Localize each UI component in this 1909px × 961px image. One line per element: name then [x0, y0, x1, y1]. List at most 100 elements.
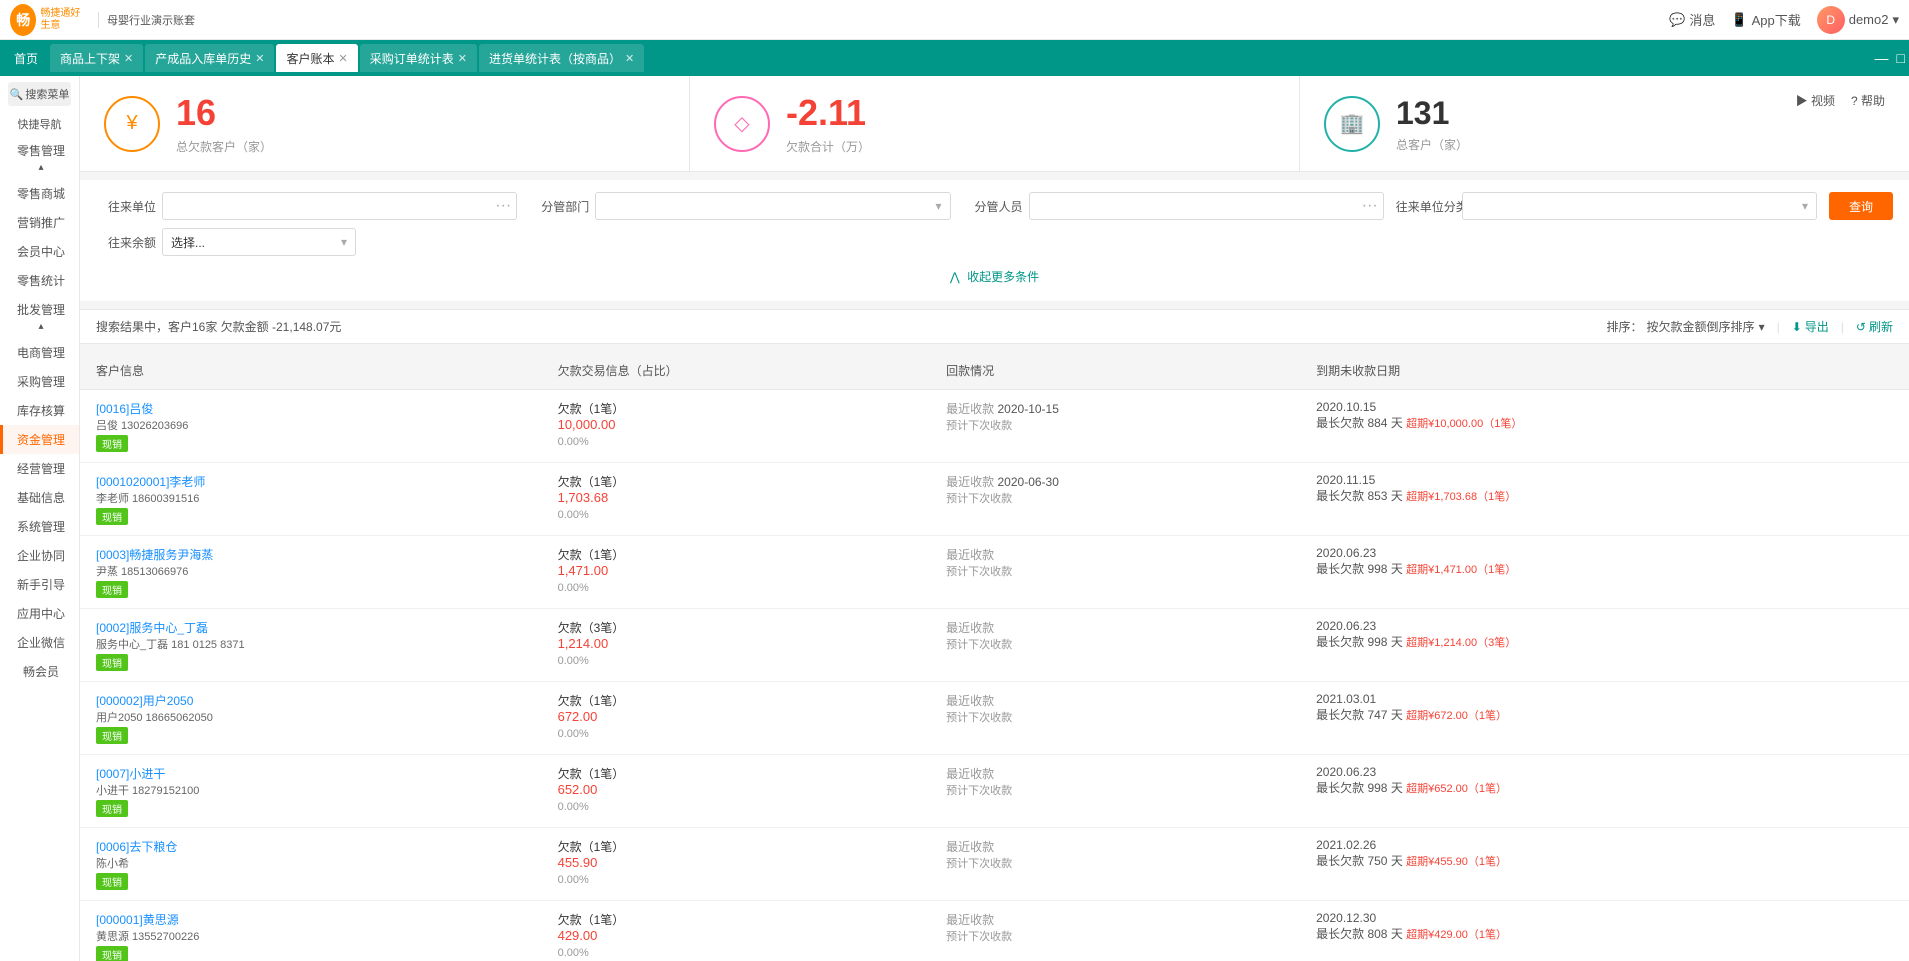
person-input[interactable]	[1029, 192, 1384, 220]
sidebar-item-inventory[interactable]: 库存核算	[0, 396, 79, 425]
person-dots[interactable]: ···	[1362, 197, 1378, 215]
debt-amount[interactable]: 455.90	[558, 855, 915, 870]
table-row: [0003]畅捷服务尹海蒸 尹蒸 18513066976 现销 欠款（1笔） 1…	[80, 536, 1909, 609]
debt-amount[interactable]: 652.00	[558, 782, 915, 797]
balance-select[interactable]: 选择... ▾	[162, 228, 356, 256]
customer-name[interactable]: [0007]小进干	[96, 765, 526, 782]
window-maximize-btn[interactable]: □	[1897, 50, 1905, 66]
debt-ratio: 0.00%	[558, 874, 915, 886]
status-badge: 现销	[96, 800, 128, 817]
debt-amount[interactable]: 1,214.00	[558, 636, 915, 651]
customer-name[interactable]: [000002]用户2050	[96, 692, 526, 709]
debt-ratio: 0.00%	[558, 728, 915, 740]
balance-label: 往来余额	[96, 234, 156, 251]
tab-inbound-stats[interactable]: 进货单统计表（按商品） ✕	[479, 44, 644, 72]
last-collect-label: 最近收款	[946, 619, 1284, 636]
debt-amount[interactable]: 1,471.00	[558, 563, 915, 578]
user-menu[interactable]: D demo2 ▾	[1817, 6, 1899, 34]
overdue-amount[interactable]: 超期¥455.90（1笔）	[1406, 856, 1507, 868]
export-btn[interactable]: ⬇ 导出	[1792, 318, 1829, 335]
due-date: 2020.10.15	[1316, 400, 1893, 414]
table-row: [0002]服务中心_丁磊 服务中心_丁磊 181 0125 8371 现销 欠…	[80, 609, 1909, 682]
customer-phone: 服务中心_丁磊 181 0125 8371	[96, 636, 526, 652]
next-collect-label: 预计下次收款	[946, 417, 1284, 433]
overdue-days: 最长欠款 747 天 超期¥672.00（1笔）	[1316, 706, 1893, 723]
customer-name[interactable]: [0016]吕俊	[96, 400, 526, 417]
unit-category-select[interactable]: ▾	[1462, 192, 1817, 220]
collapse-bar[interactable]: ⋀ 收起更多条件	[96, 264, 1893, 289]
from-unit-input[interactable]	[162, 192, 517, 220]
window-minimize-btn[interactable]: —	[1875, 50, 1889, 66]
last-collect-label: 最近收款	[946, 692, 1284, 709]
customer-name[interactable]: [000001]黄思源	[96, 911, 526, 928]
refresh-icon: ↺	[1856, 320, 1866, 334]
customer-name[interactable]: [0002]服务中心_丁磊	[96, 619, 526, 636]
sidebar-item-retail-stats[interactable]: 零售统计	[0, 266, 79, 295]
refresh-btn[interactable]: ↺ 刷新	[1856, 318, 1893, 335]
overdue-amount[interactable]: 超期¥10,000.00（1笔）	[1406, 418, 1522, 430]
sidebar-item-basic-info[interactable]: 基础信息	[0, 483, 79, 512]
debt-amount[interactable]: 429.00	[558, 928, 915, 943]
debt-amount[interactable]: 1,703.68	[558, 490, 915, 505]
overdue-amount[interactable]: 超期¥652.00（1笔）	[1406, 783, 1507, 795]
table-cell-customer: [0001020001]李老师 李老师 18600391516 现销	[80, 463, 542, 536]
messages-btn[interactable]: 💬 消息	[1669, 10, 1715, 29]
sidebar-item-operations[interactable]: 经营管理	[0, 454, 79, 483]
overdue-amount[interactable]: 超期¥1,214.00（3笔）	[1406, 637, 1516, 649]
total-number: 131	[1396, 95, 1468, 132]
sidebar-item-enterprise[interactable]: 企业协同	[0, 541, 79, 570]
app-download-btn[interactable]: 📱 App下载	[1731, 10, 1800, 29]
search-menu-btn[interactable]: 🔍 搜索菜单	[8, 82, 71, 106]
video-btn[interactable]: ▶ 视频	[1796, 92, 1835, 109]
tab-close-purchase-order[interactable]: ✕	[458, 52, 467, 65]
table-cell-collection: 最近收款 2020-06-30 预计下次收款	[930, 463, 1300, 536]
debt-amount[interactable]: 10,000.00	[558, 417, 915, 432]
tab-product-listing[interactable]: 商品上下架 ✕	[50, 44, 143, 72]
sidebar-item-purchase[interactable]: 采购管理	[0, 367, 79, 396]
chevron-down-icon: ▾	[1892, 12, 1899, 28]
sidebar-item-quick-nav[interactable]: 快捷导航	[0, 112, 79, 136]
sidebar-item-retail-mgmt[interactable]: 零售管理 ▴	[0, 136, 79, 179]
sort-select[interactable]: 排序： 按欠款金额倒序排序 ▾	[1607, 318, 1765, 335]
tab-close-customer-account[interactable]: ✕	[339, 52, 348, 65]
sidebar-item-marketing[interactable]: 营销推广	[0, 208, 79, 237]
tab-close-product-listing[interactable]: ✕	[124, 52, 133, 65]
tab-home[interactable]: 首页	[4, 44, 48, 72]
tab-close-inbound-stats[interactable]: ✕	[625, 52, 634, 65]
tab-customer-account[interactable]: 客户账本 ✕	[276, 44, 357, 72]
overdue-amount[interactable]: 超期¥672.00（1笔）	[1406, 710, 1507, 722]
table-cell-due-date: 2021.02.26 最长欠款 750 天 超期¥455.90（1笔）	[1300, 828, 1909, 901]
customer-name[interactable]: [0001020001]李老师	[96, 473, 526, 490]
sidebar-item-retail-store[interactable]: 零售商城	[0, 179, 79, 208]
tab-purchase-order[interactable]: 采购订单统计表 ✕	[360, 44, 477, 72]
tab-product-inbound[interactable]: 产成品入库单历史 ✕	[145, 44, 274, 72]
sidebar-item-finance[interactable]: 资金管理	[0, 425, 79, 454]
dept-select[interactable]: ▾	[595, 192, 950, 220]
from-unit-dots[interactable]: ···	[495, 197, 511, 215]
sidebar-item-guide[interactable]: 新手引导	[0, 570, 79, 599]
help-btn[interactable]: ? 帮助	[1851, 92, 1885, 109]
query-button[interactable]: 查询	[1829, 192, 1893, 220]
sidebar-item-member-center[interactable]: 会员中心	[0, 237, 79, 266]
sidebar-item-app-center[interactable]: 应用中心	[0, 599, 79, 628]
sidebar-item-system[interactable]: 系统管理	[0, 512, 79, 541]
debt-amount[interactable]: 672.00	[558, 709, 915, 724]
sidebar-item-ecommerce[interactable]: 电商管理	[0, 338, 79, 367]
due-date: 2021.03.01	[1316, 692, 1893, 706]
tab-close-product-inbound[interactable]: ✕	[255, 52, 264, 65]
sidebar-item-vip-member[interactable]: 畅会员	[0, 657, 79, 686]
next-collect-label: 预计下次收款	[946, 490, 1284, 506]
chevron-down-icon: ▴	[38, 162, 43, 173]
customer-name[interactable]: [0003]畅捷服务尹海蒸	[96, 546, 526, 563]
logo: 畅 畅捷通好生意	[10, 4, 90, 36]
sidebar-item-corp-wechat[interactable]: 企业微信	[0, 628, 79, 657]
sidebar-item-batch-mgmt[interactable]: 批发管理 ▴	[0, 295, 79, 338]
customer-name[interactable]: [0006]去下粮仓	[96, 838, 526, 855]
overdue-amount[interactable]: 超期¥1,471.00（1笔）	[1406, 564, 1516, 576]
overdue-amount[interactable]: 超期¥1,703.68（1笔）	[1406, 491, 1516, 503]
from-unit-input-wrapper: ···	[162, 192, 517, 220]
status-badge: 现销	[96, 873, 128, 890]
col-customer-info: 客户信息	[80, 352, 542, 390]
status-badge: 现销	[96, 435, 128, 452]
overdue-amount[interactable]: 超期¥429.00（1笔）	[1406, 929, 1507, 941]
